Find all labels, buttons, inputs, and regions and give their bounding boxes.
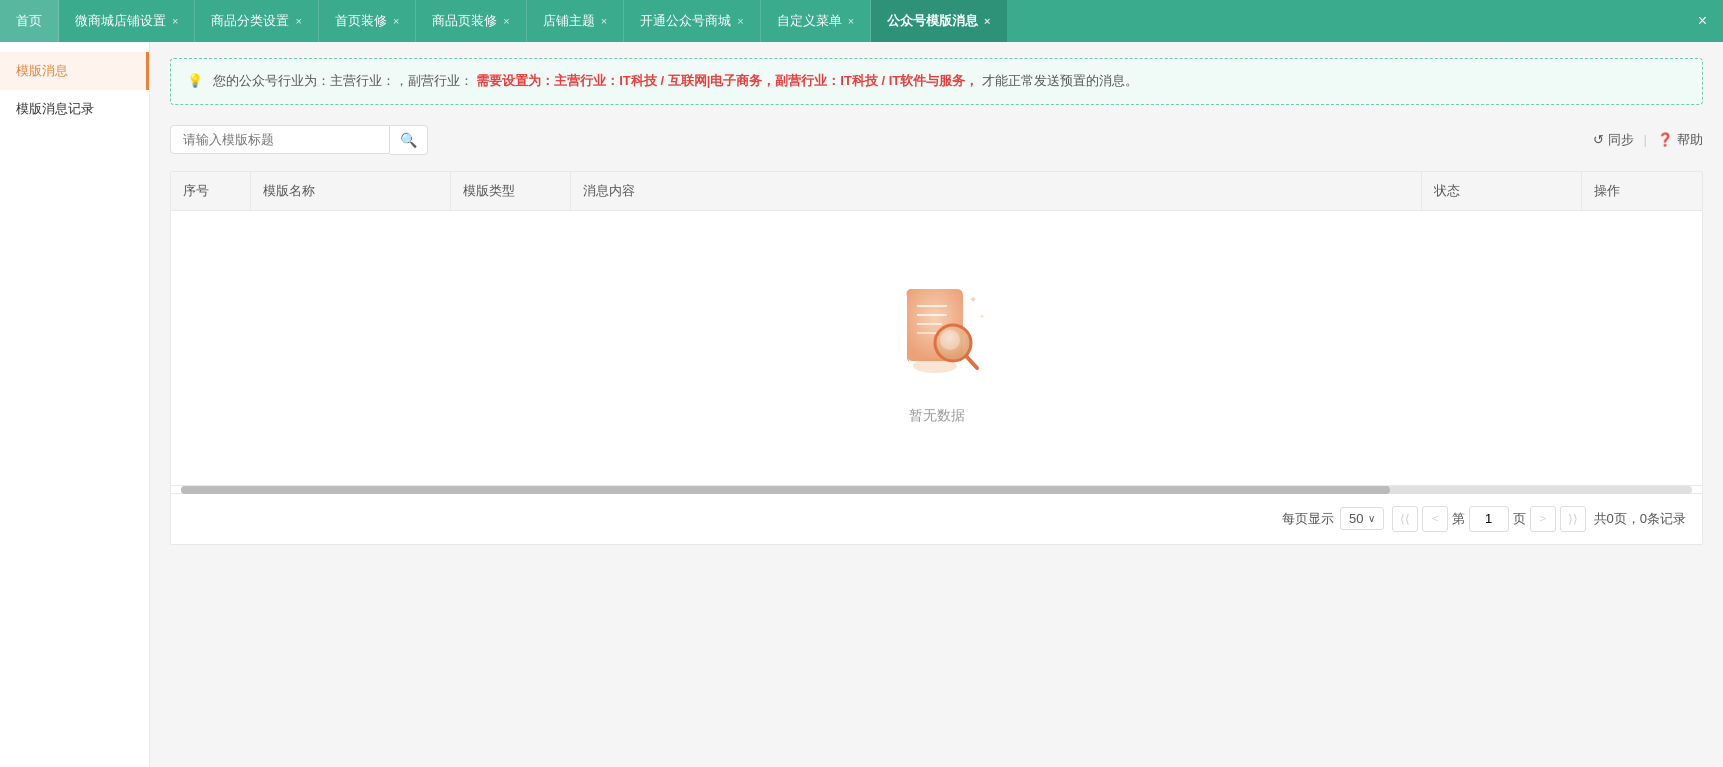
tab-bar-close-all[interactable]: × — [1682, 12, 1723, 30]
tab-wechat-shop[interactable]: 微商城店铺设置 × — [59, 0, 195, 42]
notice-highlight: 需要设置为：主营行业：IT科技 / 互联网|电子商务，副营行业：IT科技 / I… — [476, 73, 978, 88]
tab-template-msg[interactable]: 公众号模版消息 × — [871, 0, 1007, 42]
svg-text:✦: ✦ — [969, 294, 977, 305]
tab-shop-theme[interactable]: 店铺主题 × — [527, 0, 624, 42]
search-icon: 🔍 — [400, 132, 417, 148]
search-bar: 🔍 ↺ 同步 | ❓ 帮助 — [170, 125, 1703, 155]
search-right: ↺ 同步 | ❓ 帮助 — [1593, 131, 1703, 149]
page-total: 共0页，0条记录 — [1594, 510, 1686, 528]
notice-box: 💡 您的公众号行业为：主营行业：，副营行业： 需要设置为：主营行业：IT科技 /… — [170, 58, 1703, 105]
th-content: 消息内容 — [571, 172, 1422, 210]
empty-text: 暂无数据 — [909, 407, 965, 425]
page-unit: 页 — [1513, 510, 1526, 528]
th-seq: 序号 — [171, 172, 251, 210]
sync-icon: ↺ — [1593, 132, 1604, 147]
tab-open-mall[interactable]: 开通公众号商城 × — [624, 0, 760, 42]
chevron-down-icon: ∨ — [1368, 513, 1375, 524]
tab-close-open-mall[interactable]: × — [737, 15, 743, 27]
page-input[interactable] — [1469, 506, 1509, 532]
tab-custom-menu[interactable]: 自定义菜单 × — [761, 0, 871, 42]
main-layout: 模版消息 模版消息记录 💡 您的公众号行业为：主营行业：，副营行业： 需要设置为… — [0, 42, 1723, 767]
tab-close-product-category[interactable]: × — [295, 15, 301, 27]
tab-close-home-decor[interactable]: × — [393, 15, 399, 27]
page-nav: ⟨⟨ ＜ 第 页 ＞ ⟩⟩ — [1392, 506, 1586, 532]
tab-bar: 首页 微商城店铺设置 × 商品分类设置 × 首页装修 × 商品页装修 × 店铺主… — [0, 0, 1723, 42]
content-area: 💡 您的公众号行业为：主营行业：，副营行业： 需要设置为：主营行业：IT科技 /… — [150, 42, 1723, 767]
svg-text:✦: ✦ — [979, 313, 985, 320]
scroll-track — [181, 486, 1692, 494]
page-label: 第 — [1452, 510, 1465, 528]
tab-home-decor[interactable]: 首页装修 × — [319, 0, 416, 42]
scroll-thumb[interactable] — [181, 486, 1390, 494]
table-container: 序号 模版名称 模版类型 消息内容 状态 操作 — [170, 171, 1703, 545]
notice-suffix: 才能正常发送预置的消息。 — [982, 73, 1138, 88]
sidebar-item-template-msg[interactable]: 模版消息 — [0, 52, 149, 90]
notice-prefix: 您的公众号行业为：主营行业：，副营行业： — [213, 73, 473, 88]
th-name: 模版名称 — [251, 172, 451, 210]
tab-product-category[interactable]: 商品分类设置 × — [195, 0, 318, 42]
page-prev-btn[interactable]: ＜ — [1422, 506, 1448, 532]
tab-close-product-decor[interactable]: × — [503, 15, 509, 27]
per-page-wrap: 每页显示 50 ∨ — [1282, 507, 1383, 530]
table-header: 序号 模版名称 模版类型 消息内容 状态 操作 — [171, 172, 1702, 211]
tab-home[interactable]: 首页 — [0, 0, 59, 42]
help-button[interactable]: ❓ 帮助 — [1657, 131, 1703, 149]
per-page-label: 每页显示 — [1282, 510, 1334, 528]
sidebar-item-template-msg-log[interactable]: 模版消息记录 — [0, 90, 149, 128]
search-button[interactable]: 🔍 — [390, 125, 428, 155]
empty-state: ✦ ✦ 暂无数据 — [171, 211, 1702, 485]
svg-line-8 — [966, 356, 977, 368]
tab-close-shop-theme[interactable]: × — [601, 15, 607, 27]
pagination: 每页显示 50 ∨ ⟨⟨ ＜ 第 页 ＞ ⟩⟩ 共0页，0条记录 — [171, 493, 1702, 544]
sync-button[interactable]: ↺ 同步 — [1593, 131, 1634, 149]
search-input[interactable] — [170, 125, 390, 154]
page-first-btn[interactable]: ⟨⟨ — [1392, 506, 1418, 532]
notice-icon: 💡 — [187, 73, 203, 88]
per-page-select[interactable]: 50 ∨ — [1340, 507, 1383, 530]
tab-close-custom-menu[interactable]: × — [848, 15, 854, 27]
th-action: 操作 — [1582, 172, 1702, 210]
empty-illustration: ✦ ✦ — [877, 271, 997, 391]
sidebar: 模版消息 模版消息记录 — [0, 42, 150, 767]
tab-product-decor[interactable]: 商品页装修 × — [416, 0, 526, 42]
tab-close-wechat-shop[interactable]: × — [172, 15, 178, 27]
divider: | — [1644, 132, 1647, 147]
tab-close-template-msg[interactable]: × — [984, 15, 990, 27]
scroll-bar-area[interactable] — [171, 485, 1702, 493]
page-next-btn[interactable]: ＞ — [1530, 506, 1556, 532]
th-type: 模版类型 — [451, 172, 571, 210]
help-icon: ❓ — [1657, 132, 1673, 147]
svg-point-7 — [940, 330, 960, 350]
th-status: 状态 — [1422, 172, 1582, 210]
page-last-btn[interactable]: ⟩⟩ — [1560, 506, 1586, 532]
search-left: 🔍 — [170, 125, 428, 155]
